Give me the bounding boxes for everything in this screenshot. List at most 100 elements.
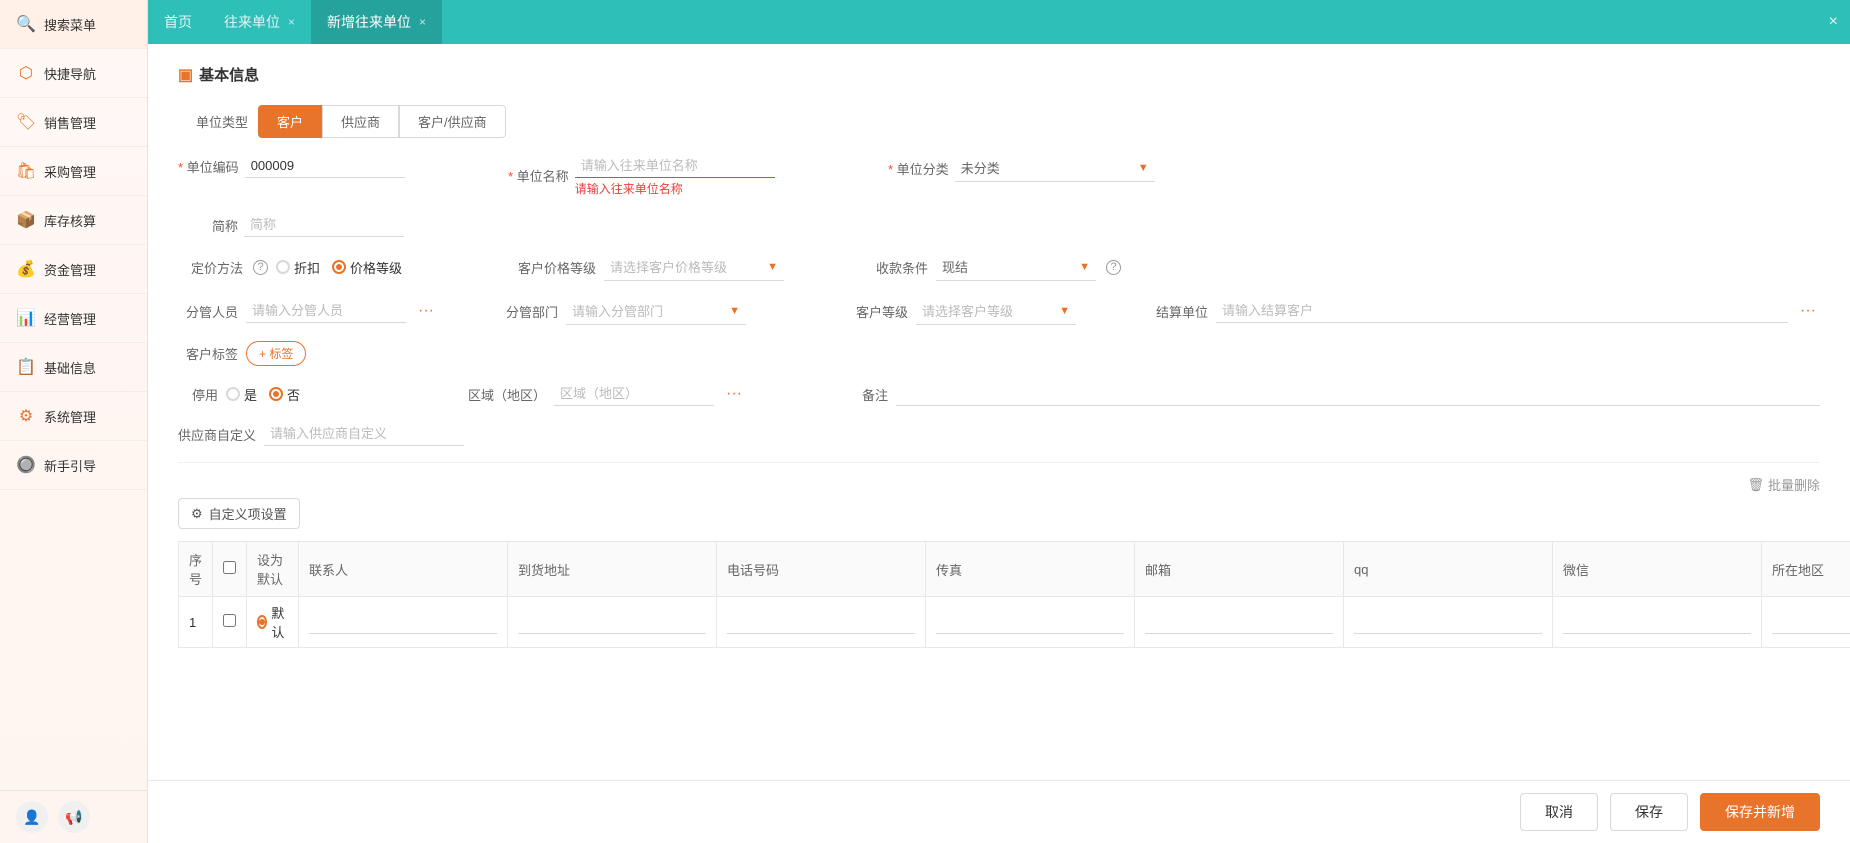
supervisor-more-btn[interactable]: ···	[414, 302, 438, 320]
col-phone: 电话号码	[717, 542, 926, 597]
fax-input[interactable]	[936, 610, 1124, 634]
cancel-button[interactable]: 取消	[1520, 793, 1598, 831]
cell-region[interactable]	[1762, 597, 1850, 648]
tab-bar: 首页 往来单位 × 新增往来单位 × ×	[148, 0, 1850, 44]
sidebar-item-sales[interactable]: 🏷 销售管理	[0, 98, 147, 147]
unit-type-both[interactable]: 客户/供应商	[399, 105, 506, 138]
save-button[interactable]: 保存	[1610, 793, 1688, 831]
sidebar-item-search[interactable]: 🔍 搜索菜单	[0, 0, 147, 49]
pricing-level[interactable]: 价格等级	[332, 258, 402, 277]
phone-input[interactable]	[727, 610, 915, 634]
sidebar-item-finance[interactable]: 💰 资金管理	[0, 245, 147, 294]
table-header-row: 序号 设为默认 联系人 到货地址 电话号码 传真 邮箱 qq 微信 所在地区 操…	[179, 542, 1850, 597]
user-avatar[interactable]: 👤	[16, 801, 48, 833]
region-input[interactable]	[554, 382, 714, 406]
custom-settings-btn[interactable]: ⚙ 自定义项设置	[178, 498, 300, 529]
divider	[178, 462, 1820, 463]
sidebar-item-basic-info[interactable]: 📋 基础信息	[0, 343, 147, 392]
cell-email[interactable]	[1135, 597, 1344, 648]
payment-terms-label: 收款条件	[868, 258, 928, 277]
no-radio[interactable]	[269, 387, 283, 401]
discount-radio[interactable]	[276, 260, 290, 274]
home-icon: ⬡	[16, 63, 36, 83]
row-checkbox[interactable]	[223, 614, 236, 627]
basic-info-icon: 📋	[16, 357, 36, 377]
add-tag-btn[interactable]: + 标签	[246, 341, 306, 366]
unit-type-customer[interactable]: 客户	[258, 105, 322, 138]
cell-phone[interactable]	[717, 597, 926, 648]
pricing-radio-group: 折扣 价格等级	[276, 258, 402, 277]
region-more-btn[interactable]: ···	[722, 385, 746, 403]
supplier-custom-field: 供应商自定义	[178, 422, 578, 446]
sales-icon: 🏷	[16, 112, 36, 132]
unit-code-field: 单位编码	[178, 154, 478, 178]
payment-terms-select[interactable]: 现结 ▼	[936, 253, 1096, 281]
sidebar-item-operations[interactable]: 📊 经营管理	[0, 294, 147, 343]
sidebar-item-purchase[interactable]: 🛍 采购管理	[0, 147, 147, 196]
region-field: 区域（地区） ···	[468, 382, 828, 406]
default-radio-item[interactable]: 默认	[257, 603, 288, 641]
note-label: 备注	[858, 385, 888, 404]
col-wechat: 微信	[1553, 542, 1762, 597]
unit-code-input[interactable]	[245, 154, 405, 178]
dept-select[interactable]: 请输入分管部门 ▼	[566, 297, 746, 325]
abbr-input[interactable]	[244, 213, 404, 237]
contact-input[interactable]	[309, 610, 497, 634]
address-input[interactable]	[518, 610, 706, 634]
sidebar-item-quick-nav[interactable]: ⬡ 快捷导航	[0, 49, 147, 98]
wechat-input[interactable]	[1563, 610, 1751, 634]
qq-input[interactable]	[1354, 610, 1542, 634]
unit-category-select[interactable]: 未分类 ▼	[955, 154, 1155, 182]
cell-checkbox[interactable]	[213, 597, 247, 648]
cell-contact[interactable]	[299, 597, 508, 648]
settlement-unit-input[interactable]	[1216, 299, 1788, 323]
disabled-no[interactable]: 否	[269, 385, 300, 404]
tab-new-partner[interactable]: 新增往来单位 ×	[311, 0, 442, 44]
email-input[interactable]	[1145, 610, 1333, 634]
sidebar-item-inventory[interactable]: 📦 库存核算	[0, 196, 147, 245]
select-all-checkbox[interactable]	[223, 561, 236, 574]
sidebar-item-system[interactable]: ⚙ 系统管理	[0, 392, 147, 441]
default-radio[interactable]	[257, 615, 267, 629]
batch-delete-btn[interactable]: 🗑 批量删除	[1747, 475, 1820, 494]
payment-terms-field: 收款条件 现结 ▼ ?	[868, 253, 1148, 281]
table-row: 1 默认	[179, 597, 1850, 648]
pricing-help-icon[interactable]: ?	[253, 260, 268, 275]
col-checkbox[interactable]	[213, 542, 247, 597]
purchase-icon: 🛍	[16, 161, 36, 181]
contact-table: 序号 设为默认 联系人 到货地址 电话号码 传真 邮箱 qq 微信 所在地区 操…	[178, 541, 1850, 648]
search-icon: 🔍	[16, 14, 36, 34]
sidebar-item-guide[interactable]: 🔘 新手引导	[0, 441, 147, 490]
unit-type-supplier[interactable]: 供应商	[322, 105, 399, 138]
cell-fax[interactable]	[926, 597, 1135, 648]
level-radio[interactable]	[332, 260, 346, 274]
pricing-discount[interactable]: 折扣	[276, 258, 320, 277]
note-input[interactable]	[896, 382, 1820, 406]
category-chevron-icon: ▼	[1138, 162, 1149, 174]
guide-icon: 🔘	[16, 455, 36, 475]
tab-partners-close[interactable]: ×	[288, 15, 295, 29]
abbr-label: 简称	[178, 216, 238, 235]
tab-new-partner-close[interactable]: ×	[419, 15, 426, 29]
disabled-yes[interactable]: 是	[226, 385, 257, 404]
settings-bottom-icon[interactable]: 📢	[58, 801, 90, 833]
yes-radio[interactable]	[226, 387, 240, 401]
customer-level-field: 客户等级 请选择客户等级 ▼	[848, 297, 1128, 325]
settlement-more-btn[interactable]: ···	[1796, 302, 1820, 320]
tab-bar-close-all[interactable]: ×	[1829, 13, 1838, 31]
cell-qq[interactable]	[1344, 597, 1553, 648]
tab-home[interactable]: 首页	[148, 0, 208, 44]
cell-address[interactable]	[508, 597, 717, 648]
unit-name-input[interactable]	[575, 154, 775, 178]
price-level-select[interactable]: 请选择客户价格等级 ▼	[604, 253, 784, 281]
unit-type-group: 客户 供应商 客户/供应商	[258, 105, 506, 138]
region-cell-input[interactable]	[1772, 610, 1850, 634]
payment-help-icon[interactable]: ?	[1106, 260, 1121, 275]
supplier-custom-input[interactable]	[264, 422, 464, 446]
supervisor-input[interactable]	[246, 299, 406, 323]
customer-level-select[interactable]: 请选择客户等级 ▼	[916, 297, 1076, 325]
cell-wechat[interactable]	[1553, 597, 1762, 648]
footer: 取消 保存 保存并新增	[148, 780, 1850, 843]
tab-partners[interactable]: 往来单位 ×	[208, 0, 311, 44]
save-new-button[interactable]: 保存并新增	[1700, 793, 1820, 831]
